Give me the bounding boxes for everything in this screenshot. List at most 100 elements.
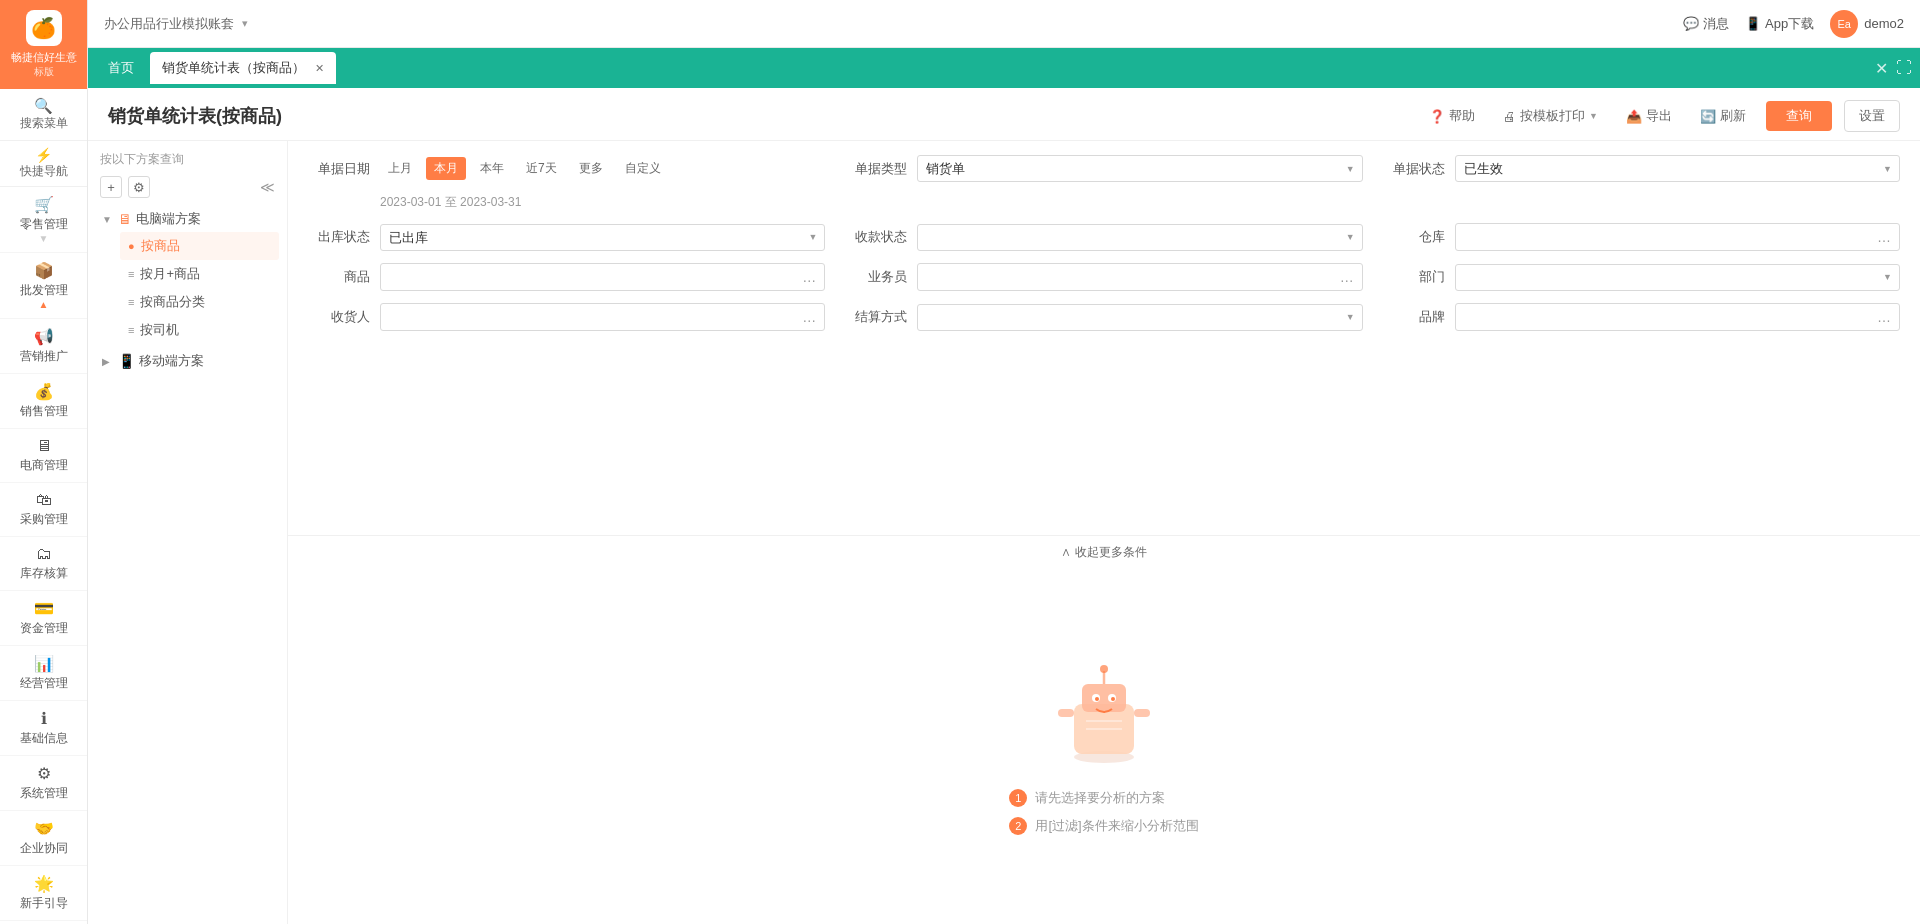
date-tag-thisyear[interactable]: 本年 (472, 157, 512, 180)
app-download-btn[interactable]: 📱 App下载 (1745, 15, 1814, 33)
dept-select[interactable] (1455, 264, 1900, 291)
filter-cell-collectstatus: 收款状态 (845, 223, 1362, 251)
refresh-btn[interactable]: 🔄 刷新 (1692, 103, 1754, 129)
collapse-bar[interactable]: ∧ 收起更多条件 (288, 535, 1920, 569)
sidebar-search[interactable]: 🔍 搜索菜单 (0, 89, 87, 141)
sidebar-item-system-label: 系统管理 (20, 785, 68, 802)
tab-bar: 首页 销货单统计表（按商品） ✕ ✕ ⛶ (88, 48, 1920, 88)
user-menu[interactable]: Ea demo2 (1830, 10, 1904, 38)
date-tag-7days[interactable]: 近7天 (518, 157, 565, 180)
export-btn[interactable]: 📤 导出 (1618, 103, 1680, 129)
filter-cell-type: 单据类型 销货单 (845, 155, 1362, 182)
app-download-icon: 📱 (1745, 16, 1761, 31)
tree-item-by-product[interactable]: ● 按商品 (120, 232, 279, 260)
tree-item-by-dept[interactable]: ≡ 按司机 (120, 316, 279, 344)
recipient-label: 收货人 (308, 308, 380, 326)
export-icon: 📤 (1626, 109, 1642, 124)
sidebar-item-retail[interactable]: 🛒 零售管理 ▼ (0, 187, 87, 253)
tab-home[interactable]: 首页 (96, 52, 146, 84)
type-label: 单据类型 (845, 160, 917, 178)
date-tag-more[interactable]: 更多 (571, 157, 611, 180)
sidebar-item-enterprise[interactable]: 🤝 企业协同 (0, 811, 87, 866)
tab-maximize-icon[interactable]: ⛶ (1896, 59, 1912, 78)
sidebar-item-basic[interactable]: ℹ 基础信息 (0, 701, 87, 756)
date-tag-thismonth[interactable]: 本月 (426, 157, 466, 180)
recipient-dots-btn[interactable]: … (802, 309, 816, 325)
export-label: 导出 (1646, 107, 1672, 125)
sidebar-item-wholesale[interactable]: 📦 批发管理 ▲ (0, 253, 87, 319)
brand-control[interactable]: … (1455, 303, 1900, 331)
tree-item-by-category[interactable]: ≡ 按商品分类 (120, 288, 279, 316)
help-label: 帮助 (1449, 107, 1475, 125)
sidebar-item-purchase[interactable]: 🛍 采购管理 (0, 483, 87, 537)
page-content: 销货单统计表(按商品) ❓ 帮助 🖨 按模板打印 ▼ 📤 导出 (88, 88, 1920, 924)
sidebar-item-sales[interactable]: 💰 销售管理 (0, 374, 87, 429)
product-dots-btn[interactable]: … (802, 269, 816, 285)
product-control[interactable]: … (380, 263, 825, 291)
filter-cell-product: 商品 … (308, 263, 825, 291)
tab-close-icon[interactable]: ✕ (315, 62, 324, 75)
outstatus-select[interactable]: 已出库 (380, 224, 825, 251)
tab-sales-stat[interactable]: 销货单统计表（按商品） ✕ (150, 52, 336, 84)
message-icon: 💬 (1683, 16, 1699, 31)
sidebar-item-purchase-label: 采购管理 (20, 511, 68, 528)
svg-point-10 (1100, 665, 1108, 673)
staff-dots-btn[interactable]: … (1340, 269, 1354, 285)
sidebar-logo: 🍊 畅捷信好生意 标版 (0, 0, 88, 89)
filter-cell-dept: 部门 (1383, 263, 1900, 291)
tree-children-pc: ● 按商品 ≡ 按月+商品 ≡ 按商品分类 (96, 232, 279, 344)
purchase-icon: 🛍 (36, 491, 52, 509)
newbie-icon: 🌟 (34, 874, 54, 893)
settings-scheme-btn[interactable]: ⚙ (128, 176, 150, 198)
warehouse-control[interactable]: … (1455, 223, 1900, 251)
payment-select[interactable] (917, 304, 1362, 331)
brand-dots-btn[interactable]: … (1877, 309, 1891, 325)
sidebar-item-ecommerce[interactable]: 🖥 电商管理 (0, 429, 87, 483)
sidebar-item-newbie[interactable]: 🌟 新手引导 (0, 866, 87, 921)
recipient-control[interactable]: … (380, 303, 825, 331)
settings-btn[interactable]: 设置 (1844, 100, 1900, 132)
tab-close-all-icon[interactable]: ✕ (1875, 59, 1888, 78)
add-scheme-btn[interactable]: + (100, 176, 122, 198)
template-print-label: 按模板打印 (1520, 107, 1585, 125)
message-btn[interactable]: 💬 消息 (1683, 15, 1729, 33)
status-select[interactable]: 已生效 (1455, 155, 1900, 182)
template-print-btn[interactable]: 🖨 按模板打印 ▼ (1495, 103, 1606, 129)
tree-icon-pc: 🖥 (118, 211, 132, 227)
tree-parent-pc[interactable]: ▼ 🖥 电脑端方案 (96, 206, 279, 232)
product-label: 商品 (308, 268, 380, 286)
sidebar-item-marketing[interactable]: 📢 营销推广 (0, 319, 87, 374)
basic-icon: ℹ (41, 709, 47, 728)
sidebar: 🍊 畅捷信好生意 标版 🔍 搜索菜单 ⚡ 快捷导航 🛒 零售管理 ▼ 📦 批发管… (0, 0, 88, 924)
sidebar-quicknav[interactable]: ⚡ 快捷导航 (0, 141, 87, 187)
empty-state: 1 请先选择要分析的方案 2 用[过滤]条件来缩小分析范围 (288, 569, 1920, 924)
sidebar-item-finance[interactable]: 💳 资金管理 (0, 591, 87, 646)
header-dropdown-arrow[interactable]: ▾ (242, 17, 248, 30)
app-download-label: App下载 (1765, 15, 1814, 33)
brand-label: 品牌 (1383, 308, 1455, 326)
panel-actions: + ⚙ ≪ (96, 176, 279, 198)
date-tag-lastmonth[interactable]: 上月 (380, 157, 420, 180)
help-btn[interactable]: ❓ 帮助 (1421, 103, 1483, 129)
sidebar-item-system[interactable]: ⚙ 系统管理 (0, 756, 87, 811)
sidebar-item-operations[interactable]: 📊 经营管理 (0, 646, 87, 701)
staff-control[interactable]: … (917, 263, 1362, 291)
sidebar-quicknav-label: 快捷导航 (20, 163, 68, 180)
page-title: 销货单统计表(按商品) (108, 104, 282, 128)
query-btn[interactable]: 查询 (1766, 101, 1832, 131)
enterprise-icon: 🤝 (34, 819, 54, 838)
sidebar-item-inventory[interactable]: 🗂 库存核算 (0, 537, 87, 591)
page-header: 销货单统计表(按商品) ❓ 帮助 🖨 按模板打印 ▼ 📤 导出 (88, 88, 1920, 141)
sidebar-item-ecommerce-label: 电商管理 (20, 457, 68, 474)
collapse-panel-btn[interactable]: ≪ (260, 179, 275, 195)
tab-controls: ✕ ⛶ (1875, 59, 1912, 78)
add-scheme-icon: + (107, 180, 115, 195)
collectstatus-select[interactable] (917, 224, 1362, 251)
tree-parent-mobile[interactable]: ▶ 📱 移动端方案 (96, 348, 279, 374)
date-tag-custom[interactable]: 自定义 (617, 157, 669, 180)
warehouse-dots-btn[interactable]: … (1877, 229, 1891, 245)
tree-icon-mobile: 📱 (118, 353, 135, 369)
type-select[interactable]: 销货单 (917, 155, 1362, 182)
tree-item-by-month-product[interactable]: ≡ 按月+商品 (120, 260, 279, 288)
system-icon: ⚙ (37, 764, 51, 783)
